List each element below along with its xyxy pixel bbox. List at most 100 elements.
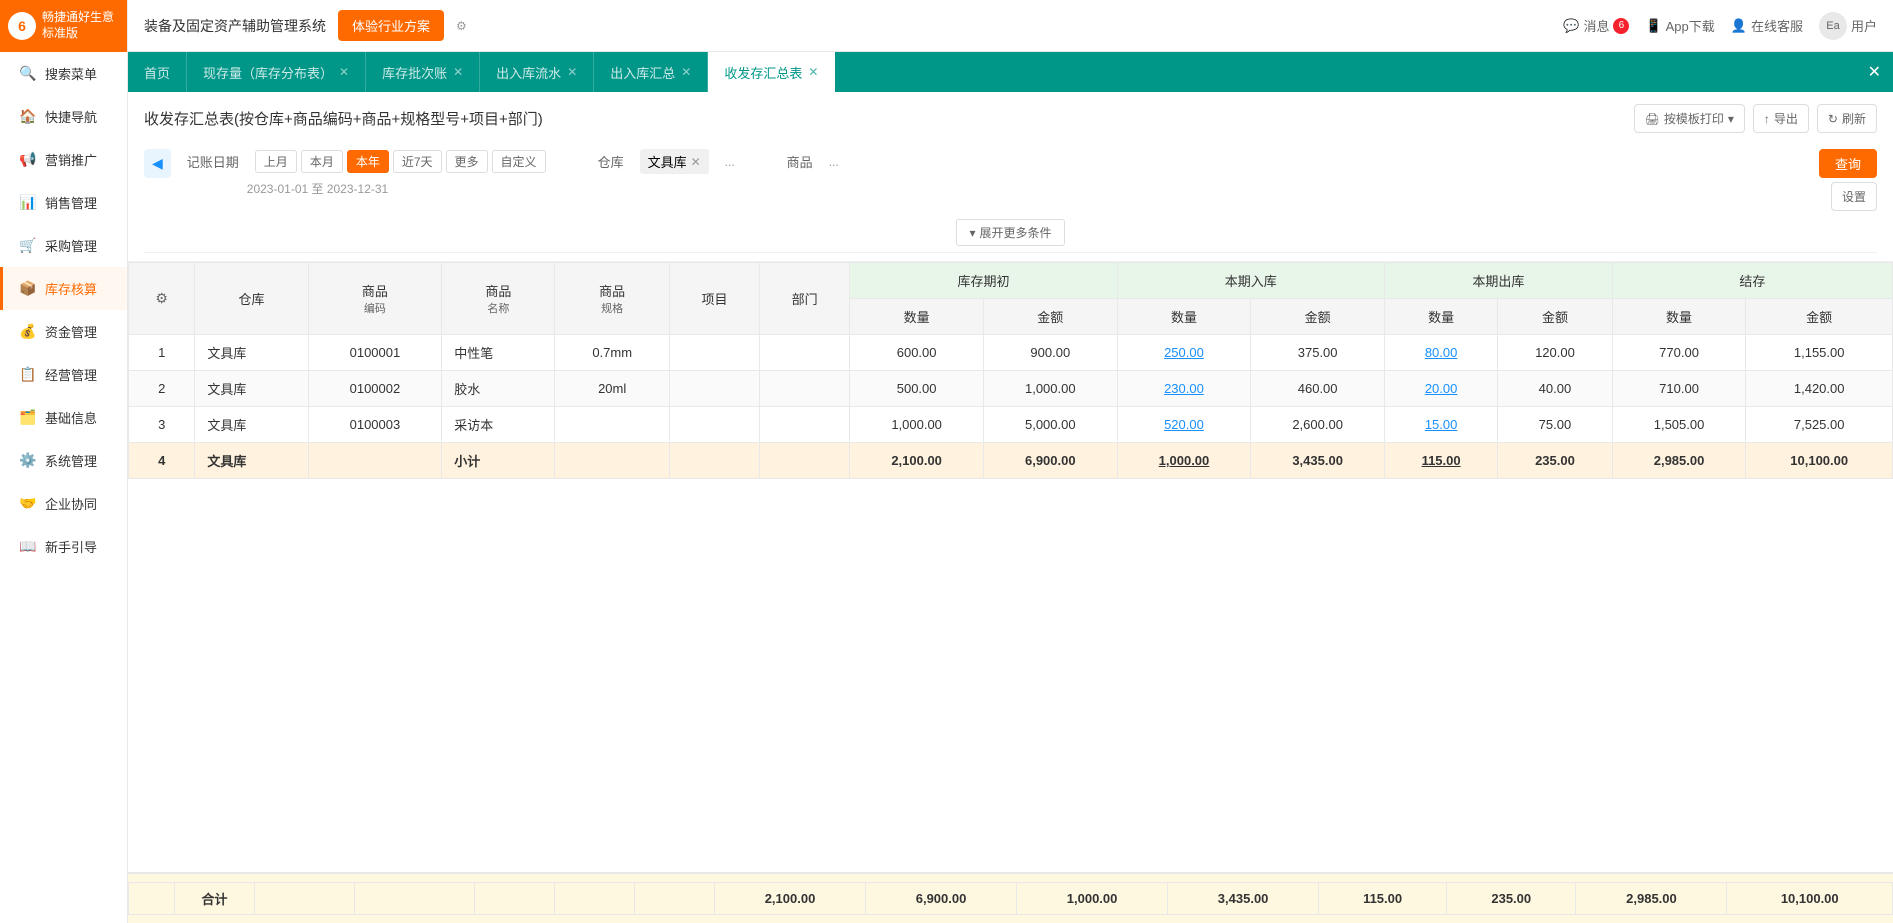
message-icon: 💬	[1563, 18, 1579, 34]
sidebar-label-search: 搜索菜单	[45, 64, 97, 83]
expand-more-btn[interactable]: ▾ 展开更多条件	[956, 219, 1064, 246]
footer-closing-qty: 2,985.00	[1576, 883, 1727, 915]
data-table: ⚙ 仓库 商品编码 商品名称 商品规格 项目 部门 库存期初 本期入库 本期出库…	[128, 262, 1893, 479]
tab-in-out-summary[interactable]: 出入库汇总 ✕	[594, 52, 708, 92]
logo-icon: 6	[8, 12, 36, 40]
experience-btn[interactable]: 体验行业方案	[338, 10, 444, 41]
table-wrapper: ⚙ 仓库 商品编码 商品名称 商品规格 项目 部门 库存期初 本期入库 本期出库…	[128, 262, 1893, 872]
settings-gear-icon[interactable]: ⚙	[155, 290, 168, 306]
footer-out-qty: 115.00	[1319, 883, 1447, 915]
warehouse-tag-close[interactable]: ✕	[691, 155, 701, 169]
th-out-amt: 金额	[1498, 299, 1613, 335]
row-closing-amt: 1,420.00	[1746, 371, 1893, 407]
tab-in-out-summary-label: 出入库汇总	[610, 63, 675, 82]
row-opening-qty: 2,100.00	[850, 443, 984, 479]
date-btn-custom[interactable]: 自定义	[492, 150, 546, 173]
warehouse-tag: 文具库 ✕	[640, 149, 709, 174]
row-out-qty[interactable]: 15.00	[1384, 407, 1497, 443]
tab-in-out-flow-label: 出入库流水	[496, 63, 561, 82]
row-opening-amt: 5,000.00	[983, 407, 1117, 443]
date-btn-this-year[interactable]: 本年	[347, 150, 389, 173]
sidebar-item-operations[interactable]: 📋 经营管理	[0, 353, 127, 396]
th-department: 部门	[760, 263, 850, 335]
goods-label: 商品	[787, 152, 813, 171]
row-warehouse: 文具库	[195, 443, 308, 479]
dropdown-icon: ▾	[1728, 112, 1734, 126]
row-project	[669, 443, 759, 479]
msg-item[interactable]: 💬 消息 6	[1563, 16, 1629, 35]
tab-in-out-flow[interactable]: 出入库流水 ✕	[480, 52, 594, 92]
date-btn-last-month[interactable]: 上月	[255, 150, 297, 173]
sidebar-item-search[interactable]: 🔍 搜索菜单	[0, 52, 127, 95]
refresh-btn[interactable]: ↻ 刷新	[1817, 104, 1877, 133]
purchase-icon: 🛒	[19, 237, 37, 255]
tab-in-out-flow-close[interactable]: ✕	[567, 65, 577, 79]
row-opening-qty: 600.00	[850, 335, 984, 371]
tab-recv-send-close[interactable]: ✕	[808, 65, 818, 79]
sidebar-item-system[interactable]: ⚙️ 系统管理	[0, 439, 127, 482]
sidebar-label-sales: 销售管理	[45, 193, 97, 212]
tab-batch-close[interactable]: ✕	[453, 65, 463, 79]
tab-batch[interactable]: 库存批次账 ✕	[366, 52, 480, 92]
row-goods-code	[308, 443, 442, 479]
row-opening-amt: 1,000.00	[983, 371, 1117, 407]
filter-collapse-btn[interactable]: ◀	[144, 149, 171, 178]
sidebar-item-finance[interactable]: 💰 资金管理	[0, 310, 127, 353]
row-out-qty[interactable]: 80.00	[1384, 335, 1497, 371]
th-goods-spec: 商品规格	[555, 263, 669, 335]
row-goods-spec: 0.7mm	[555, 335, 669, 371]
sidebar-item-marketing[interactable]: 📢 营销推广	[0, 138, 127, 181]
system-title: 装备及固定资产辅助管理系统	[144, 16, 326, 36]
tab-recv-send[interactable]: 收发存汇总表 ✕	[708, 52, 835, 92]
base-icon: 🗂️	[19, 409, 37, 427]
row-opening-amt: 900.00	[983, 335, 1117, 371]
warehouse-tag-text: 文具库	[648, 152, 687, 171]
row-in-qty[interactable]: 230.00	[1117, 371, 1251, 407]
tab-bar-close-btn[interactable]: ✕	[1856, 62, 1893, 82]
row-closing-amt: 10,100.00	[1746, 443, 1893, 479]
row-in-qty[interactable]: 250.00	[1117, 335, 1251, 371]
sidebar-item-purchase[interactable]: 🛒 采购管理	[0, 224, 127, 267]
tab-stock-dist-close[interactable]: ✕	[339, 65, 349, 79]
sidebar-item-base[interactable]: 🗂️ 基础信息	[0, 396, 127, 439]
print-icon: 🖨	[1645, 112, 1660, 126]
sidebar-item-sales[interactable]: 📊 销售管理	[0, 181, 127, 224]
tab-home[interactable]: 首页	[128, 52, 187, 92]
table-row: 2文具库0100002胶水20ml500.001,000.00230.00460…	[129, 371, 1893, 407]
query-btn[interactable]: 查询	[1819, 149, 1877, 178]
operations-icon: 📋	[19, 366, 37, 384]
sidebar-logo: 6 畅捷通好生意 标准版	[0, 0, 127, 52]
export-btn[interactable]: ↑ 导出	[1753, 104, 1809, 133]
th-settings[interactable]: ⚙	[129, 263, 195, 335]
print-btn[interactable]: 🖨 按模板打印 ▾	[1634, 104, 1745, 133]
app-download-item[interactable]: 📱 App下载	[1645, 16, 1714, 35]
app-label: App下载	[1666, 16, 1715, 35]
tab-in-out-summary-close[interactable]: ✕	[681, 65, 691, 79]
date-btn-this-month[interactable]: 本月	[301, 150, 343, 173]
service-item[interactable]: 👤 在线客服	[1731, 16, 1803, 35]
filter-settings-btn[interactable]: 设置	[1831, 182, 1877, 211]
tab-stock-dist[interactable]: 现存量（库存分布表） ✕	[187, 52, 366, 92]
sidebar-label-guide: 新手引导	[45, 537, 97, 556]
row-no: 2	[129, 371, 195, 407]
warehouse-more[interactable]: ...	[725, 155, 735, 169]
row-out-qty[interactable]: 20.00	[1384, 371, 1497, 407]
row-closing-qty: 710.00	[1612, 371, 1746, 407]
collab-icon: 🤝	[19, 495, 37, 513]
sidebar: 6 畅捷通好生意 标准版 🔍 搜索菜单 🏠 快捷导航 📢 营销推广 📊 销售管理…	[0, 0, 128, 923]
th-closing-amt: 金额	[1746, 299, 1893, 335]
sidebar-item-collab[interactable]: 🤝 企业协同	[0, 482, 127, 525]
sidebar-label-purchase: 采购管理	[45, 236, 97, 255]
row-in-qty[interactable]: 520.00	[1117, 407, 1251, 443]
date-btn-more[interactable]: 更多	[446, 150, 488, 173]
user-item[interactable]: Ea 用户	[1819, 12, 1877, 40]
expand-icon: ▾	[969, 226, 975, 240]
refresh-icon: ↻	[1828, 112, 1838, 126]
finance-icon: 💰	[19, 323, 37, 341]
date-btn-7days[interactable]: 近7天	[393, 150, 442, 173]
sidebar-item-guide[interactable]: 📖 新手引导	[0, 525, 127, 568]
sidebar-item-quick[interactable]: 🏠 快捷导航	[0, 95, 127, 138]
row-in-amt: 460.00	[1251, 371, 1385, 407]
goods-more[interactable]: ...	[829, 155, 839, 169]
sidebar-item-inventory[interactable]: 📦 库存核算	[0, 267, 127, 310]
